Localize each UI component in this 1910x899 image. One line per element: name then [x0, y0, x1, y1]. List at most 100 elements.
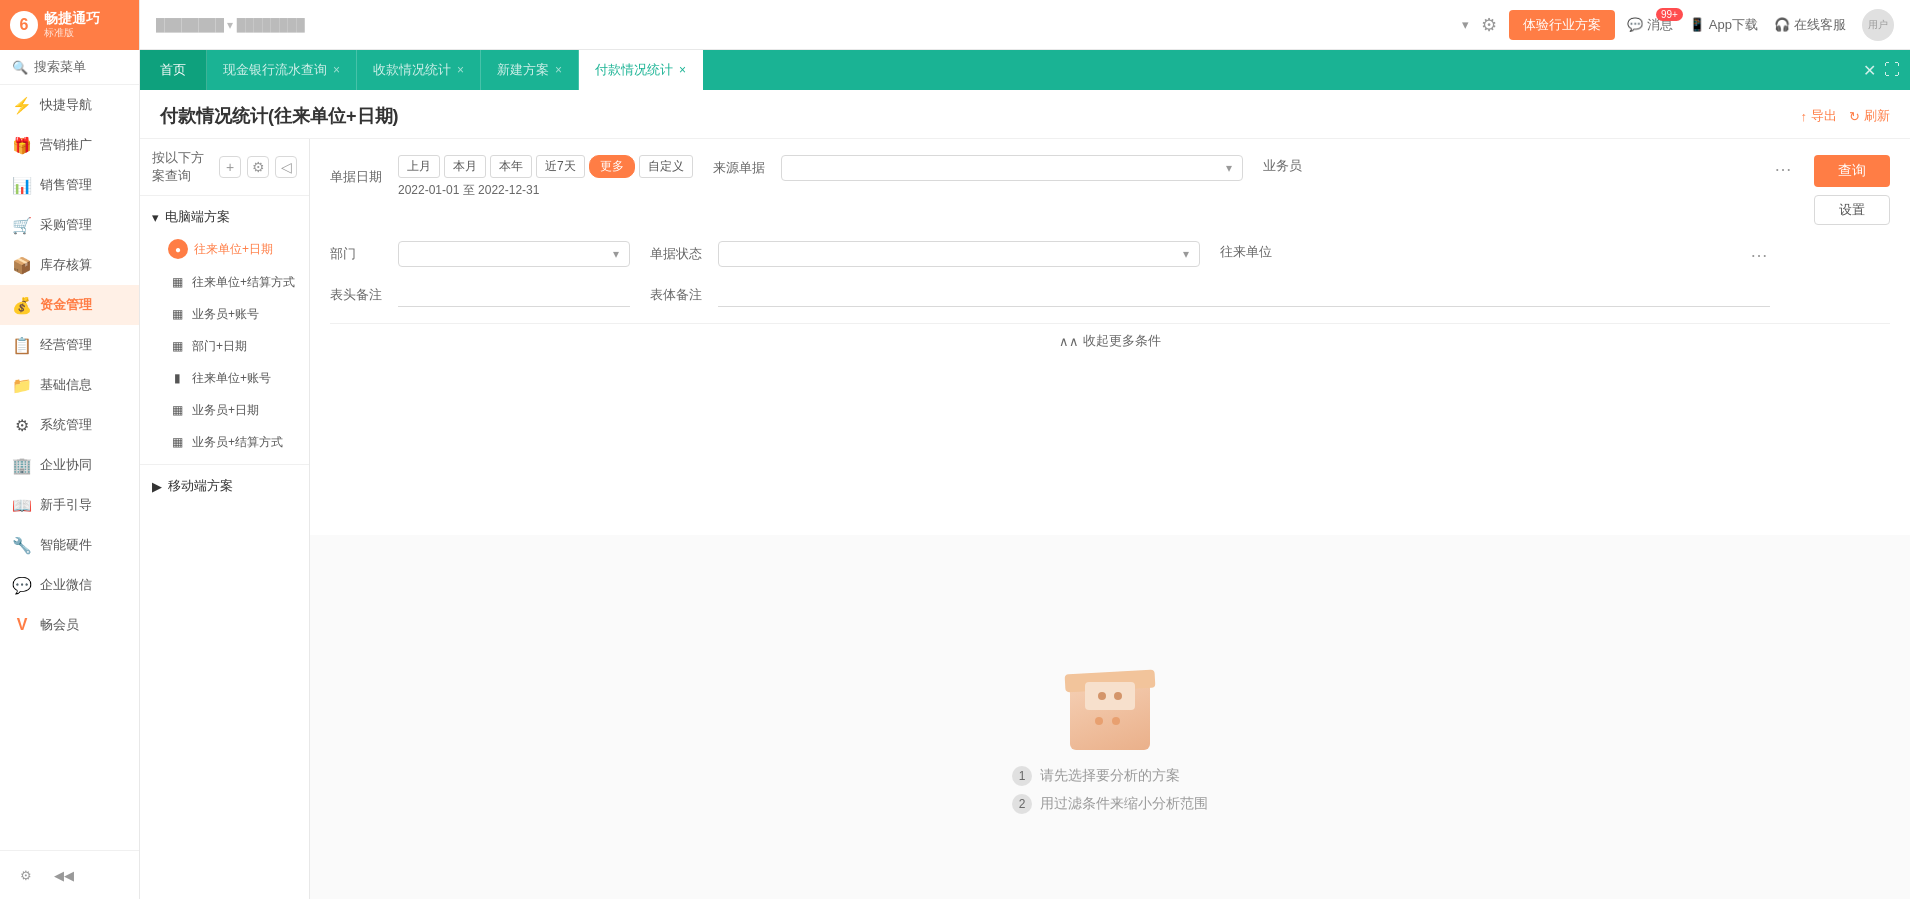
sidebar-item-guide[interactable]: 📖 新手引导: [0, 485, 139, 525]
body-note-input[interactable]: [718, 283, 1770, 307]
date-btn-this-month[interactable]: 本月: [444, 155, 486, 178]
filter-voucher-item: 单据状态 ▾: [650, 241, 1200, 267]
sidebar-item-label: 快捷导航: [40, 96, 92, 114]
export-button[interactable]: ↑ 导出: [1801, 107, 1838, 125]
export-label: 导出: [1811, 107, 1837, 125]
date-btn-this-year[interactable]: 本年: [490, 155, 532, 178]
tab-new-close[interactable]: ×: [555, 63, 562, 77]
topbar-dropdown-arrow[interactable]: ▾: [1462, 17, 1469, 32]
sidebar-item-system[interactable]: ⚙ 系统管理: [0, 405, 139, 445]
tab-receipts-close[interactable]: ×: [457, 63, 464, 77]
tab-payments-close[interactable]: ×: [679, 63, 686, 77]
sidebar-item-inventory[interactable]: 📦 库存核算: [0, 245, 139, 285]
scheme-table-icon: ▦: [168, 305, 186, 323]
sidebar-search[interactable]: 🔍 搜索菜单: [0, 50, 139, 85]
scheme-dept-date[interactable]: ▦ 部门+日期: [140, 330, 309, 362]
messages-badge: 99+: [1656, 8, 1683, 21]
tab-receipts-label: 收款情况统计: [373, 61, 451, 79]
sidebar-item-info[interactable]: 📁 基础信息: [0, 365, 139, 405]
logo-icon: 6: [10, 11, 38, 39]
sidebar-item-promo[interactable]: 🎁 营销推广: [0, 125, 139, 165]
scheme-partner-date[interactable]: ● 往来单位+日期: [140, 232, 309, 266]
app-download-action[interactable]: 📱 App下载: [1689, 16, 1758, 34]
scheme-partner-account[interactable]: ▮ 往来单位+账号: [140, 362, 309, 394]
scheme-settings-button[interactable]: ⚙: [247, 156, 269, 178]
dept-select[interactable]: ▾: [398, 241, 630, 267]
date-btn-last-month[interactable]: 上月: [398, 155, 440, 178]
sidebar-item-sales[interactable]: 📊 销售管理: [0, 165, 139, 205]
query-button[interactable]: 查询: [1814, 155, 1890, 187]
app-download-label: App下载: [1709, 16, 1758, 34]
customer-service-action[interactable]: 🎧 在线客服: [1774, 16, 1846, 34]
add-scheme-button[interactable]: +: [219, 156, 241, 178]
sidebar-item-nav[interactable]: ⚡ 快捷导航: [0, 85, 139, 125]
scheme-staff-account[interactable]: ▦ 业务员+账号: [140, 298, 309, 330]
sidebar-item-label: 营销推广: [40, 136, 92, 154]
date-btn-7days[interactable]: 近7天: [536, 155, 585, 178]
sidebar-item-purchase[interactable]: 🛒 采购管理: [0, 205, 139, 245]
voucher-select[interactable]: ▾: [718, 241, 1200, 267]
collapse-bar[interactable]: ∧∧ 收起更多条件: [330, 323, 1890, 358]
wechat-icon: 💬: [12, 575, 32, 595]
user-avatar[interactable]: 用户: [1862, 9, 1894, 41]
left-panel-actions: + ⚙ ◁: [219, 156, 297, 178]
left-panel-header: 按以下方案查询 + ⚙ ◁: [140, 139, 309, 196]
source-select-arrow: ▾: [1226, 161, 1232, 175]
tab-new[interactable]: 新建方案 ×: [481, 50, 579, 90]
sidebar-item-finance[interactable]: 💰 资金管理: [0, 285, 139, 325]
page-title: 付款情况统计(往来单位+日期): [160, 104, 399, 128]
mobile-group-toggle[interactable]: ▶ 移动端方案: [140, 471, 309, 501]
chevron-up-icon: ∧∧: [1059, 334, 1079, 349]
filter-partner-item: 往来单位 …: [1220, 241, 1770, 262]
tab-expand-icon[interactable]: ⛶: [1884, 61, 1900, 79]
scheme-label: 往来单位+结算方式: [192, 274, 295, 291]
scheme-collapse-button[interactable]: ◁: [275, 156, 297, 178]
filter-staff-item: 业务员 …: [1263, 155, 1794, 176]
sidebar-item-corp[interactable]: 🏢 企业协同: [0, 445, 139, 485]
scheme-staff-date[interactable]: ▦ 业务员+日期: [140, 394, 309, 426]
mobile-group-arrow: ▶: [152, 479, 162, 494]
sidebar-item-label: 经营管理: [40, 336, 92, 354]
content-right: 单据日期 上月 本月 本年 近7天 更多 自定义: [310, 139, 1910, 899]
tab-close-all-icon[interactable]: ✕: [1863, 61, 1876, 80]
refresh-button[interactable]: ↻ 刷新: [1849, 107, 1890, 125]
sidebar-item-wechat[interactable]: 💬 企业微信: [0, 565, 139, 605]
sidebar-item-management[interactable]: 📋 经营管理: [0, 325, 139, 365]
sidebar-footer-collapse[interactable]: ◀◀: [50, 861, 78, 889]
desktop-group-toggle[interactable]: ▾ 电脑端方案: [140, 202, 309, 232]
filter-settings-button[interactable]: 设置: [1814, 195, 1890, 225]
staff-dots[interactable]: …: [1774, 155, 1794, 176]
sidebar-item-hardware[interactable]: 🔧 智能硬件: [0, 525, 139, 565]
date-btn-more[interactable]: 更多: [589, 155, 635, 178]
query-area: 查询 设置: [1814, 155, 1890, 225]
tab-receipts[interactable]: 收款情况统计 ×: [357, 50, 481, 90]
info-icon: 📁: [12, 375, 32, 395]
scheme-partner-payment[interactable]: ▦ 往来单位+结算方式: [140, 266, 309, 298]
tab-home[interactable]: 首页: [140, 50, 207, 90]
date-range-display: 2022-01-01 至 2022-12-31: [398, 182, 693, 199]
trial-button[interactable]: 体验行业方案: [1509, 10, 1615, 40]
filter-row-2: 部门 ▾ 单据状态 ▾: [330, 241, 1890, 267]
partner-dots[interactable]: …: [1750, 241, 1770, 262]
source-select[interactable]: ▾: [781, 155, 1244, 181]
empty-state: 1 请先选择要分析的方案 2 用过滤条件来缩小分析范围: [310, 535, 1910, 899]
date-label: 单据日期: [330, 168, 390, 186]
sidebar-item-label: 畅会员: [40, 616, 79, 634]
scheme-staff-payment[interactable]: ▦ 业务员+结算方式: [140, 426, 309, 458]
filter-row-3: 表头备注 表体备注: [330, 283, 1890, 307]
refresh-icon: ↻: [1849, 109, 1860, 124]
sidebar-item-label: 销售管理: [40, 176, 92, 194]
sidebar-footer-settings[interactable]: ⚙: [12, 861, 40, 889]
messages-action[interactable]: 💬 消息 99+: [1627, 16, 1673, 34]
topbar-actions: 💬 消息 99+ 📱 App下载 🎧 在线客服 用户: [1627, 9, 1894, 41]
header-note-input[interactable]: [398, 283, 630, 307]
date-btn-custom[interactable]: 自定义: [639, 155, 693, 178]
tab-bank-close[interactable]: ×: [333, 63, 340, 77]
sidebar-item-label: 智能硬件: [40, 536, 92, 554]
tab-bank-label: 现金银行流水查询: [223, 61, 327, 79]
tab-bank[interactable]: 现金银行流水查询 ×: [207, 50, 357, 90]
sidebar-item-member[interactable]: V 畅会员: [0, 605, 139, 645]
topbar-settings-icon[interactable]: ⚙: [1481, 14, 1497, 36]
sidebar-item-label: 系统管理: [40, 416, 92, 434]
tab-payments[interactable]: 付款情况统计 ×: [579, 50, 703, 90]
